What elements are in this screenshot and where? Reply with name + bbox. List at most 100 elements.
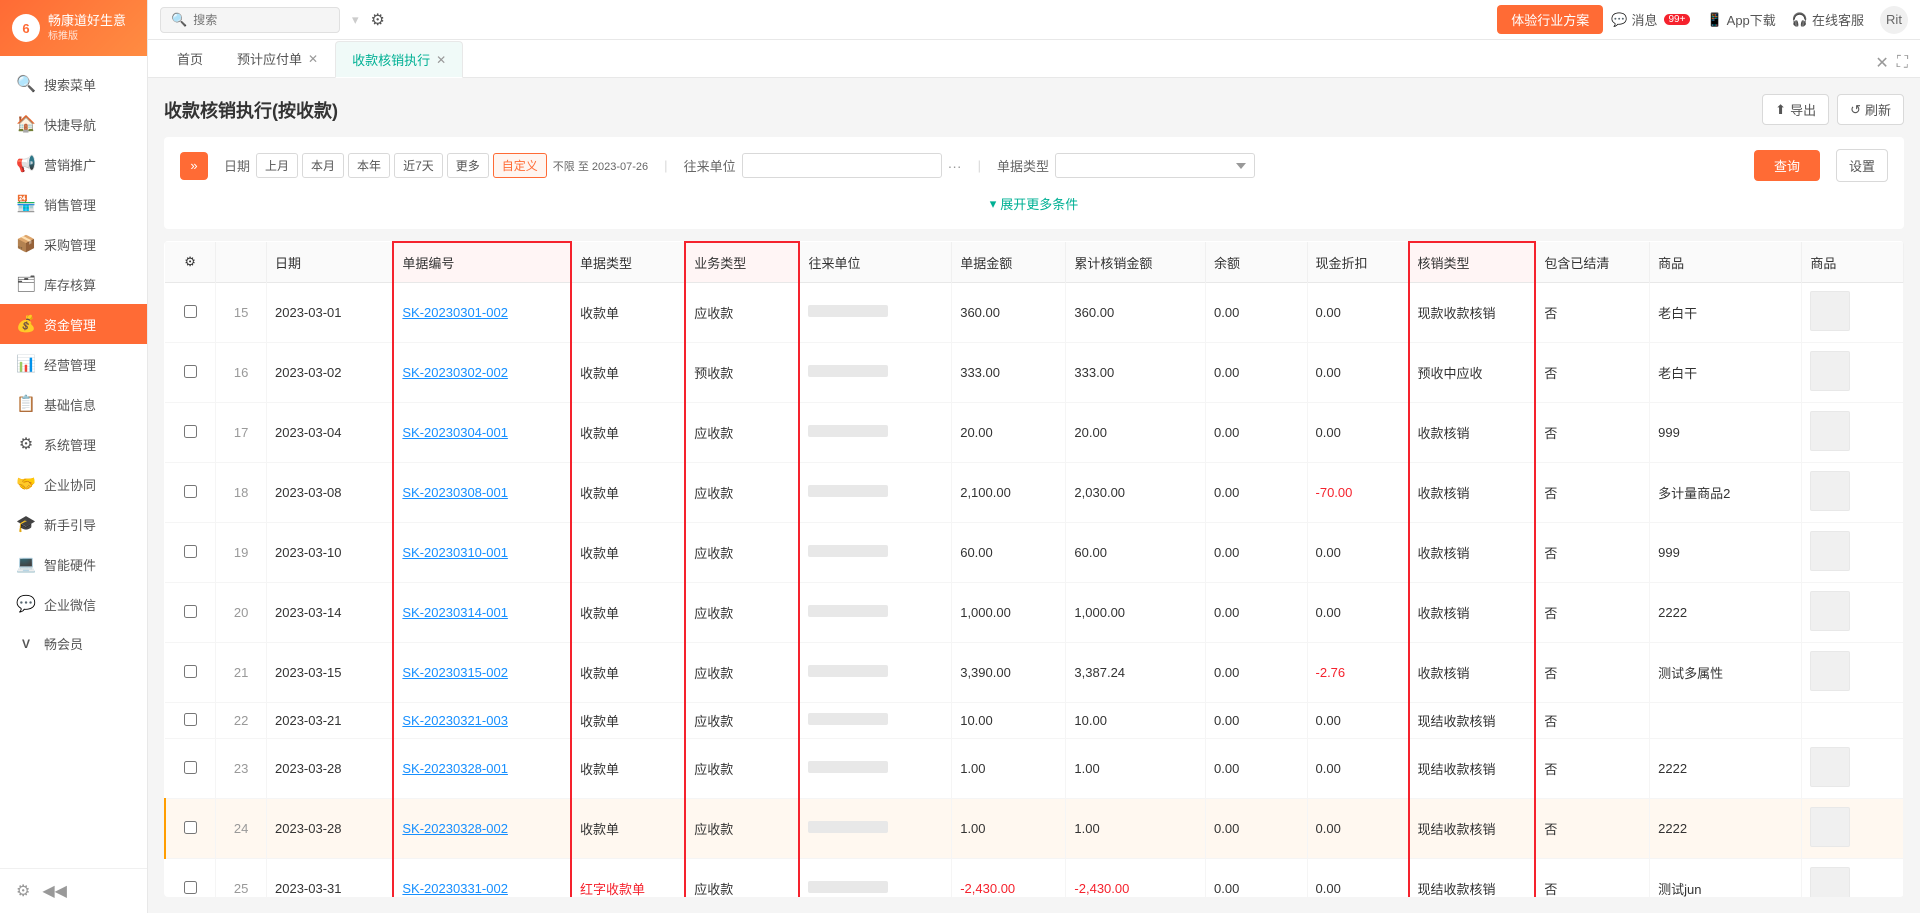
sidebar-settings-icon[interactable]: ⚙ xyxy=(16,881,30,901)
th-voucher-type[interactable]: 单据类型 xyxy=(571,242,685,283)
th-partner[interactable]: 往来单位 xyxy=(799,242,951,283)
row-checkbox-3[interactable] xyxy=(184,485,197,498)
table-row[interactable]: 16 2023-03-02 SK-20230302-002 收款单 预收款 33… xyxy=(165,343,1904,403)
row-checkbox-9[interactable] xyxy=(184,821,197,834)
topbar-search-box[interactable]: 🔍 xyxy=(160,7,340,33)
sidebar-item-operation[interactable]: 📊 经营管理 xyxy=(0,344,147,384)
sidebar-item-search[interactable]: 🔍 搜索菜单 xyxy=(0,64,147,104)
sidebar-item-marketing[interactable]: 📢 营销推广 xyxy=(0,144,147,184)
partner-input[interactable] xyxy=(742,153,942,178)
sidebar-item-system[interactable]: ⚙ 系统管理 xyxy=(0,424,147,464)
tab-pending-payable[interactable]: 预计应付单 ✕ xyxy=(220,40,335,77)
row-checkbox-6[interactable] xyxy=(184,665,197,678)
tab-close-pending[interactable]: ✕ xyxy=(308,52,318,66)
table-row[interactable]: 15 2023-03-01 SK-20230301-002 收款单 应收款 36… xyxy=(165,283,1904,343)
table-row[interactable]: 24 2023-03-28 SK-20230328-002 收款单 应收款 1.… xyxy=(165,799,1904,859)
sidebar-item-enterprise[interactable]: 🤝 企业协同 xyxy=(0,464,147,504)
row-checkbox-4[interactable] xyxy=(184,545,197,558)
th-goods2[interactable]: 商品 xyxy=(1802,242,1904,283)
td-checkbox[interactable] xyxy=(165,643,216,703)
td-checkbox[interactable] xyxy=(165,583,216,643)
sidebar-item-wechat[interactable]: 💬 企业微信 xyxy=(0,584,147,624)
table-row[interactable]: 22 2023-03-21 SK-20230321-003 收款单 应收款 10… xyxy=(165,703,1904,739)
row-checkbox-8[interactable] xyxy=(184,761,197,774)
td-voucher-no[interactable]: SK-20230301-002 xyxy=(393,283,571,343)
th-amount[interactable]: 单据金额 xyxy=(952,242,1066,283)
filter-more-date[interactable]: 更多 xyxy=(447,153,489,178)
td-voucher-no[interactable]: SK-20230314-001 xyxy=(393,583,571,643)
sidebar-item-purchase[interactable]: 📦 采购管理 xyxy=(0,224,147,264)
td-checkbox[interactable] xyxy=(165,463,216,523)
filter-settings-button[interactable]: 设置 xyxy=(1836,149,1888,182)
td-checkbox[interactable] xyxy=(165,859,216,898)
th-writeoff-amount[interactable]: 累计核销金额 xyxy=(1066,242,1206,283)
sidebar-item-hardware[interactable]: 💻 智能硬件 xyxy=(0,544,147,584)
td-checkbox[interactable] xyxy=(165,703,216,739)
sidebar-item-sales[interactable]: 🏪 销售管理 xyxy=(0,184,147,224)
th-cash-discount[interactable]: 现金折扣 xyxy=(1307,242,1409,283)
filter-this-month[interactable]: 本月 xyxy=(302,153,344,178)
tab-expand-icon[interactable]: ⛶ xyxy=(1897,54,1908,72)
row-checkbox-1[interactable] xyxy=(184,365,197,378)
filter-toggle-btn[interactable]: » xyxy=(180,152,208,180)
td-checkbox[interactable] xyxy=(165,739,216,799)
table-row[interactable]: 25 2023-03-31 SK-20230331-002 红字收款单 应收款 … xyxy=(165,859,1904,898)
th-balance[interactable]: 余额 xyxy=(1206,242,1308,283)
td-voucher-no[interactable]: SK-20230328-002 xyxy=(393,799,571,859)
td-checkbox[interactable] xyxy=(165,799,216,859)
sidebar-item-basic-info[interactable]: 📋 基础信息 xyxy=(0,384,147,424)
table-row[interactable]: 23 2023-03-28 SK-20230328-001 收款单 应收款 1.… xyxy=(165,739,1904,799)
row-checkbox-10[interactable] xyxy=(184,881,197,894)
filter-last-7-days[interactable]: 近7天 xyxy=(394,153,443,178)
row-checkbox-2[interactable] xyxy=(184,425,197,438)
td-checkbox[interactable] xyxy=(165,343,216,403)
sidebar-item-inventory[interactable]: 🗂 库存核算 xyxy=(0,264,147,304)
query-button[interactable]: 查询 xyxy=(1754,150,1820,181)
table-row[interactable]: 19 2023-03-10 SK-20230310-001 收款单 应收款 60… xyxy=(165,523,1904,583)
export-button[interactable]: ⬆ 导出 xyxy=(1762,94,1829,125)
td-checkbox[interactable] xyxy=(165,403,216,463)
th-writeoff-type[interactable]: 核销类型 xyxy=(1409,242,1536,283)
table-row[interactable]: 21 2023-03-15 SK-20230315-002 收款单 应收款 3,… xyxy=(165,643,1904,703)
partner-more-icon[interactable]: ··· xyxy=(948,158,962,174)
td-checkbox[interactable] xyxy=(165,523,216,583)
td-voucher-no[interactable]: SK-20230308-001 xyxy=(393,463,571,523)
messages-group[interactable]: 💬 消息 99+ xyxy=(1611,10,1690,29)
th-include-settled[interactable]: 包含已结清 xyxy=(1535,242,1649,283)
table-row[interactable]: 20 2023-03-14 SK-20230314-001 收款单 应收款 1,… xyxy=(165,583,1904,643)
td-voucher-no[interactable]: SK-20230302-002 xyxy=(393,343,571,403)
th-date[interactable]: 日期 xyxy=(267,242,394,283)
sidebar-item-guide[interactable]: 🎓 新手引导 xyxy=(0,504,147,544)
tab-receipt-writeoff[interactable]: 收款核销执行 ✕ xyxy=(335,41,463,78)
user-info[interactable]: Rit xyxy=(1880,6,1908,34)
td-voucher-no[interactable]: SK-20230321-003 xyxy=(393,703,571,739)
filter-this-year[interactable]: 本年 xyxy=(348,153,390,178)
tab-home[interactable]: 首页 xyxy=(160,40,220,77)
th-goods[interactable]: 商品 xyxy=(1650,242,1802,283)
online-service-group[interactable]: 🎧 在线客服 xyxy=(1792,10,1864,29)
app-download-group[interactable]: 📱 App下载 xyxy=(1706,10,1775,29)
row-checkbox-5[interactable] xyxy=(184,605,197,618)
row-checkbox-7[interactable] xyxy=(184,713,197,726)
refresh-button[interactable]: ↺ 刷新 xyxy=(1837,94,1904,125)
voucher-type-select[interactable] xyxy=(1055,153,1255,178)
td-voucher-no[interactable]: SK-20230331-002 xyxy=(393,859,571,898)
table-row[interactable]: 17 2023-03-04 SK-20230304-001 收款单 应收款 20… xyxy=(165,403,1904,463)
td-voucher-no[interactable]: SK-20230315-002 xyxy=(393,643,571,703)
topbar-gear-icon[interactable]: ⚙ xyxy=(371,10,385,30)
th-settings[interactable]: ⚙ xyxy=(165,242,216,283)
td-voucher-no[interactable]: SK-20230310-001 xyxy=(393,523,571,583)
sidebar-item-member[interactable]: V 畅会员 xyxy=(0,624,147,663)
filter-last-month[interactable]: 上月 xyxy=(256,153,298,178)
solution-button[interactable]: 体验行业方案 xyxy=(1497,5,1603,34)
tab-close-all-icon[interactable]: ✕ xyxy=(1875,53,1888,73)
tab-close-receipt[interactable]: ✕ xyxy=(436,53,446,67)
td-voucher-no[interactable]: SK-20230304-001 xyxy=(393,403,571,463)
td-checkbox[interactable] xyxy=(165,283,216,343)
filter-custom-date[interactable]: 自定义 xyxy=(493,153,547,178)
td-voucher-no[interactable]: SK-20230328-001 xyxy=(393,739,571,799)
sidebar-item-capital[interactable]: 💰 资金管理 xyxy=(0,304,147,344)
row-checkbox-0[interactable] xyxy=(184,305,197,318)
th-biz-type[interactable]: 业务类型 xyxy=(685,242,799,283)
table-row[interactable]: 18 2023-03-08 SK-20230308-001 收款单 应收款 2,… xyxy=(165,463,1904,523)
